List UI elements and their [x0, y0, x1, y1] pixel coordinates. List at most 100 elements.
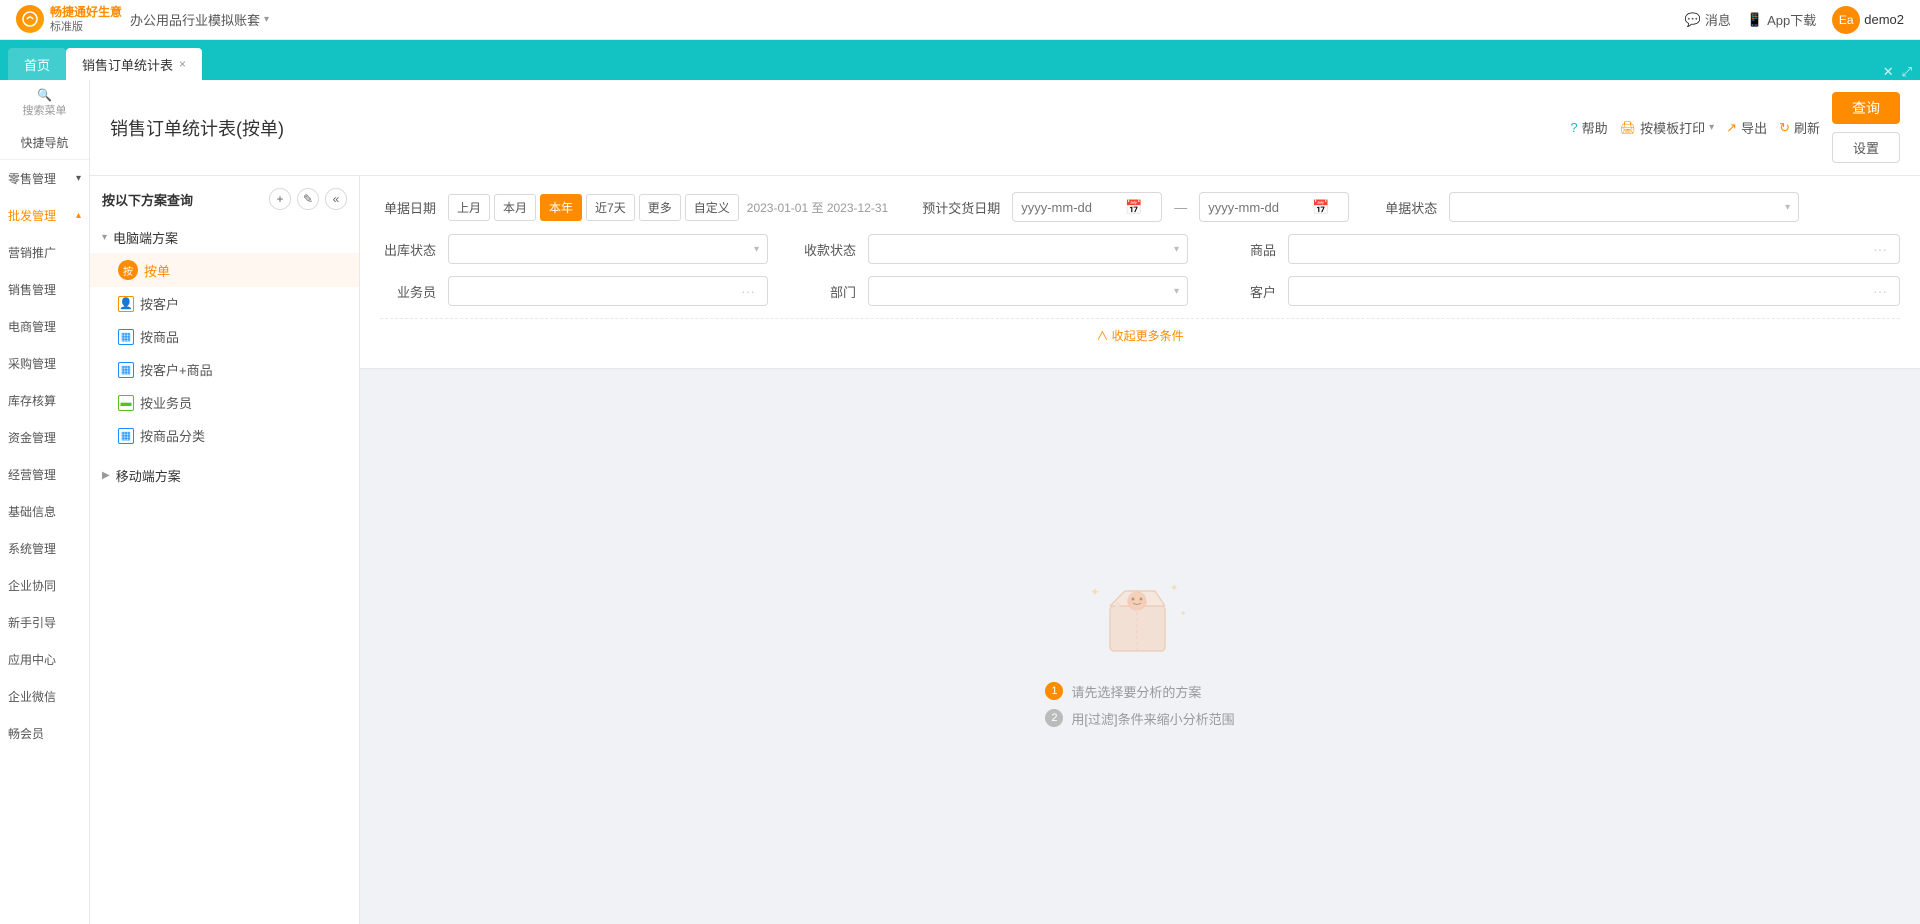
date-custom-button[interactable]: 自定义 — [685, 194, 739, 221]
sidebar-item-wholesale[interactable]: 批发管理 ▴ — [0, 197, 89, 234]
scheme-item-by-customer[interactable]: 👤 按客户 — [90, 287, 359, 320]
payment-status-select[interactable]: ▾ — [868, 234, 1188, 264]
export-button[interactable]: ↗ 导出 — [1726, 118, 1767, 137]
date-label: 单据日期 — [380, 198, 436, 217]
product-select[interactable]: ··· — [1288, 234, 1900, 264]
status-select-arrow-icon: ▾ — [1785, 202, 1790, 213]
scheme-item-by-product[interactable]: ▦ 按商品 — [90, 320, 359, 353]
tab-close-icon[interactable]: × — [179, 57, 186, 71]
user-area[interactable]: Ea demo2 — [1832, 6, 1904, 34]
salesperson-dots-icon[interactable]: ··· — [737, 283, 759, 299]
delivery-date-end-input[interactable] — [1208, 200, 1308, 215]
tab-home[interactable]: 首页 — [8, 48, 66, 80]
scheme-item-by-salesperson[interactable]: ▬ 按业务员 — [90, 386, 359, 419]
calendar-end-icon[interactable]: 📅 — [1312, 199, 1329, 216]
scheme-item-by-category[interactable]: ▦ 按商品分类 — [90, 419, 359, 452]
refresh-button[interactable]: ↻ 刷新 — [1779, 118, 1820, 137]
scheme-add-button[interactable]: + — [269, 188, 291, 210]
help-button[interactable]: ? 帮助 — [1570, 118, 1607, 137]
settings-button[interactable]: 设置 — [1832, 132, 1900, 163]
sidebar-shortcut[interactable]: 快捷导航 — [0, 126, 89, 160]
app-download-button[interactable]: 📱 App下载 — [1747, 10, 1816, 29]
sidebar-item-operations[interactable]: 经营管理 — [0, 456, 89, 493]
shortcut-label: 快捷导航 — [8, 134, 81, 151]
pc-group-label: 电脑端方案 — [113, 228, 178, 247]
logo-icon — [16, 5, 44, 33]
scheme-group-header-pc[interactable]: ▾ 电脑端方案 — [90, 222, 359, 253]
date-range-text: 2023-01-01 至 2023-12-31 — [747, 199, 888, 216]
scheme-item-by-order[interactable]: 按 按单 — [90, 253, 359, 287]
logo-area: 畅捷通好生意 标准版 — [16, 5, 122, 35]
message-button[interactable]: 💬 消息 — [1685, 10, 1731, 29]
product-label: 商品 — [1220, 240, 1276, 259]
template-print-button[interactable]: 🖨 按模板打印 ▾ — [1620, 118, 1715, 137]
collapse-label: ∧ 收起更多条件 — [1096, 329, 1183, 343]
scheme-collapse-button[interactable]: « — [325, 188, 347, 210]
sidebar-item-enterprise[interactable]: 企业协同 — [0, 567, 89, 604]
retail-arrow-icon: ▾ — [76, 173, 81, 184]
svg-text:✦: ✦ — [1090, 585, 1100, 599]
tab-sales-order[interactable]: 销售订单统计表 × — [66, 48, 202, 80]
scheme-item-by-customer-product[interactable]: ▦ 按客户+商品 — [90, 353, 359, 386]
delivery-date-start-input[interactable] — [1021, 200, 1121, 215]
sidebar-item-basic[interactable]: 基础信息 — [0, 493, 89, 530]
date-this-year-button[interactable]: 本年 — [540, 194, 582, 221]
query-settings-group: 查询 设置 — [1832, 92, 1900, 163]
sidebar-item-marketing[interactable]: 营销推广 — [0, 234, 89, 271]
date-quick-buttons: 上月 本月 本年 近7天 更多 自定义 2023-01-01 至 2023-12… — [448, 194, 888, 221]
main-container: 🔍 搜索菜单 快捷导航 零售管理 ▾ 批发管理 ▴ 营销推广 销售管理 电商管理… — [0, 80, 1920, 924]
ship-status-select[interactable]: ▾ — [448, 234, 768, 264]
sidebar-item-wechat[interactable]: 企业微信 — [0, 678, 89, 715]
sidebar-item-newuser[interactable]: 新手引导 — [0, 604, 89, 641]
sidebar-item-ecommerce[interactable]: 电商管理 — [0, 308, 89, 345]
query-button[interactable]: 查询 — [1832, 92, 1900, 124]
department-arrow-icon: ▾ — [1174, 286, 1179, 297]
sidebar-item-system[interactable]: 系统管理 — [0, 530, 89, 567]
customer-label: 客户 — [1220, 282, 1276, 301]
sidebar: 🔍 搜索菜单 快捷导航 零售管理 ▾ 批发管理 ▴ 营销推广 销售管理 电商管理… — [0, 80, 90, 924]
step1-num: 1 — [1045, 682, 1063, 700]
by-order-icon: 按 — [118, 260, 138, 280]
sidebar-item-member[interactable]: 畅会员 — [0, 715, 89, 752]
department-select[interactable]: ▾ — [868, 276, 1188, 306]
by-product-label: 按商品 — [140, 327, 179, 346]
sidebar-item-retail[interactable]: 零售管理 ▾ — [0, 160, 89, 197]
product-dots-icon[interactable]: ··· — [1869, 241, 1891, 257]
scheme-edit-button[interactable]: ✎ — [297, 188, 319, 210]
sidebar-item-finance[interactable]: 资金管理 — [0, 419, 89, 456]
scheme-panel-title: 按以下方案查询 — [102, 190, 193, 209]
salesperson-label: 业务员 — [380, 282, 436, 301]
scheme-pc-group: ▾ 电脑端方案 按 按单 👤 按客户 ▦ — [90, 218, 359, 456]
status-select[interactable]: ▾ — [1449, 192, 1799, 222]
window-expand-icon[interactable]: ⤢ — [1902, 64, 1912, 80]
customer-select[interactable]: ··· — [1288, 276, 1900, 306]
sidebar-item-appcenter[interactable]: 应用中心 — [0, 641, 89, 678]
scheme-group-header-mobile[interactable]: ▶ 移动端方案 — [90, 460, 359, 491]
date-last7-button[interactable]: 近7天 — [586, 194, 635, 221]
date-separator: — — [1174, 200, 1187, 215]
date-last-month-button[interactable]: 上月 — [448, 194, 490, 221]
customer-dots-icon[interactable]: ··· — [1869, 283, 1891, 299]
collapse-bar[interactable]: ∧ 收起更多条件 — [380, 318, 1900, 352]
scheme-panel: 按以下方案查询 + ✎ « ▾ 电脑端方案 按 按单 — [90, 176, 360, 924]
user-name: demo2 — [1864, 12, 1904, 27]
date-more-button[interactable]: 更多 — [639, 194, 681, 221]
tab-active-label: 销售订单统计表 — [82, 55, 173, 74]
by-sales-icon: ▬ — [118, 395, 134, 411]
ship-status-arrow-icon: ▾ — [754, 244, 759, 255]
delivery-date-end[interactable]: 📅 — [1199, 192, 1349, 222]
sidebar-item-purchase[interactable]: 采购管理 — [0, 345, 89, 382]
workspace-selector[interactable]: 办公用品行业模拟账套 ▾ — [130, 10, 269, 29]
sidebar-search[interactable]: 🔍 搜索菜单 — [0, 80, 89, 126]
sidebar-item-sales[interactable]: 销售管理 — [0, 271, 89, 308]
window-close-icon[interactable]: ✕ — [1883, 64, 1894, 80]
sidebar-item-inventory[interactable]: 库存核算 — [0, 382, 89, 419]
filter-row-1: 单据日期 上月 本月 本年 近7天 更多 自定义 2023-01-01 至 20… — [380, 192, 1900, 222]
delivery-date-start[interactable]: 📅 — [1012, 192, 1162, 222]
salesperson-select[interactable]: ··· — [448, 276, 768, 306]
search-icon: 🔍 — [37, 88, 52, 102]
empty-step-1: 1 请先选择要分析的方案 — [1045, 682, 1234, 701]
date-this-month-button[interactable]: 本月 — [494, 194, 536, 221]
calendar-start-icon[interactable]: 📅 — [1125, 199, 1142, 216]
by-cp-label: 按客户+商品 — [140, 360, 213, 379]
